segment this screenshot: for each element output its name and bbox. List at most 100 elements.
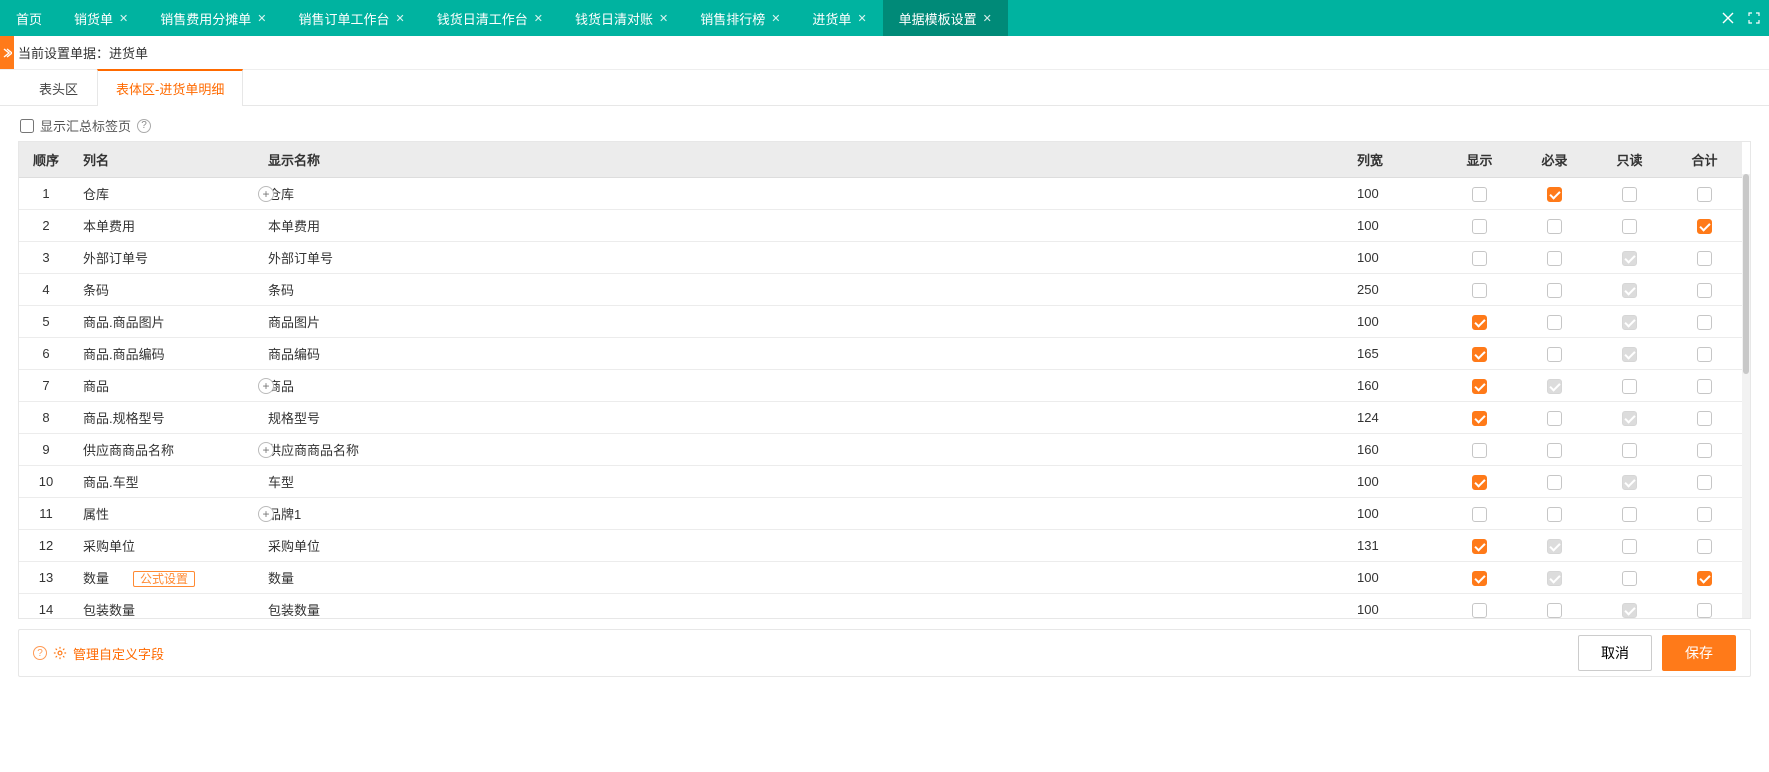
show-checkbox[interactable] (1472, 251, 1487, 266)
cell-width[interactable]: 100 (1347, 562, 1442, 594)
tot-checkbox[interactable] (1697, 187, 1712, 202)
cell-width[interactable]: 100 (1347, 306, 1442, 338)
tab-close-icon[interactable]: ✕ (659, 12, 668, 25)
formula-button[interactable]: 公式设置 (133, 571, 195, 587)
cell-width[interactable]: 100 (1347, 178, 1442, 210)
cell-width[interactable]: 100 (1347, 498, 1442, 530)
top-tab-0[interactable]: 首页 (0, 0, 58, 36)
table-row[interactable]: 11属性+品牌1100 (19, 498, 1742, 530)
cell-width[interactable]: 100 (1347, 594, 1442, 620)
tab-close-icon[interactable]: ✕ (396, 12, 405, 25)
vertical-scrollbar[interactable] (1742, 174, 1750, 618)
req-checkbox[interactable] (1547, 187, 1562, 202)
table-row[interactable]: 8商品.规格型号规格型号124 (19, 402, 1742, 434)
cell-display[interactable]: 商品编码 (258, 338, 1347, 370)
cell-display[interactable]: 本单费用 (258, 210, 1347, 242)
table-row[interactable]: 12采购单位采购单位131 (19, 530, 1742, 562)
table-row[interactable]: 5商品.商品图片商品图片100 (19, 306, 1742, 338)
save-button[interactable]: 保存 (1662, 635, 1736, 671)
cell-display[interactable]: 条码 (258, 274, 1347, 306)
cell-display[interactable]: 采购单位 (258, 530, 1347, 562)
cell-display[interactable]: 商品 (258, 370, 1347, 402)
cell-display[interactable]: 外部订单号 (258, 242, 1347, 274)
tot-checkbox[interactable] (1697, 251, 1712, 266)
req-checkbox[interactable] (1547, 315, 1562, 330)
cell-display[interactable]: 车型 (258, 466, 1347, 498)
top-tab-8[interactable]: 单据模板设置✕ (883, 0, 1008, 36)
scrollbar-thumb[interactable] (1743, 174, 1749, 374)
sub-tab-0[interactable]: 表头区 (20, 70, 97, 106)
top-tab-3[interactable]: 销售订单工作台✕ (282, 0, 420, 36)
table-row[interactable]: 9供应商商品名称+供应商商品名称160 (19, 434, 1742, 466)
top-tab-2[interactable]: 销售费用分摊单✕ (144, 0, 282, 36)
top-tab-7[interactable]: 进货单✕ (796, 0, 882, 36)
table-row[interactable]: 7商品+商品160 (19, 370, 1742, 402)
ro-checkbox[interactable] (1622, 507, 1637, 522)
tot-checkbox[interactable] (1697, 315, 1712, 330)
add-icon[interactable]: + (258, 506, 274, 522)
footer-help-icon[interactable]: ? (33, 646, 47, 660)
col-show[interactable]: 显示 (1442, 142, 1517, 178)
top-tab-1[interactable]: 销货单✕ (58, 0, 144, 36)
req-checkbox[interactable] (1547, 507, 1562, 522)
tot-checkbox[interactable] (1697, 283, 1712, 298)
tot-checkbox[interactable] (1697, 443, 1712, 458)
cell-display[interactable]: 品牌1 (258, 498, 1347, 530)
tot-checkbox[interactable] (1697, 347, 1712, 362)
top-tab-6[interactable]: 销售排行榜✕ (684, 0, 796, 36)
show-checkbox[interactable] (1472, 411, 1487, 426)
table-row[interactable]: 3外部订单号外部订单号100 (19, 242, 1742, 274)
req-checkbox[interactable] (1547, 411, 1562, 426)
ro-checkbox[interactable] (1622, 187, 1637, 202)
req-checkbox[interactable] (1547, 603, 1562, 618)
cell-display[interactable]: 数量 (258, 562, 1347, 594)
show-checkbox[interactable] (1472, 507, 1487, 522)
tot-checkbox[interactable] (1697, 219, 1712, 234)
cell-display[interactable]: 包装数量 (258, 594, 1347, 620)
ro-checkbox[interactable] (1622, 443, 1637, 458)
manage-custom-fields-link[interactable]: 管理自定义字段 (73, 644, 164, 663)
ro-checkbox[interactable] (1622, 539, 1637, 554)
show-checkbox[interactable] (1472, 219, 1487, 234)
tot-checkbox[interactable] (1697, 379, 1712, 394)
table-row[interactable]: 2本单费用本单费用100 (19, 210, 1742, 242)
req-checkbox[interactable] (1547, 283, 1562, 298)
cell-width[interactable]: 100 (1347, 242, 1442, 274)
cell-width[interactable]: 165 (1347, 338, 1442, 370)
cell-display[interactable]: 仓库 (258, 178, 1347, 210)
req-checkbox[interactable] (1547, 251, 1562, 266)
expand-icon[interactable] (1747, 11, 1761, 25)
cell-display[interactable]: 规格型号 (258, 402, 1347, 434)
col-width[interactable]: 列宽 (1347, 142, 1442, 178)
req-checkbox[interactable] (1547, 219, 1562, 234)
cell-display[interactable]: 供应商商品名称 (258, 434, 1347, 466)
add-icon[interactable]: + (258, 186, 274, 202)
req-checkbox[interactable] (1547, 443, 1562, 458)
tab-close-icon[interactable]: ✕ (983, 12, 992, 25)
ro-checkbox[interactable] (1622, 219, 1637, 234)
show-checkbox[interactable] (1472, 187, 1487, 202)
tot-checkbox[interactable] (1697, 539, 1712, 554)
show-checkbox[interactable] (1472, 443, 1487, 458)
table-row[interactable]: 6商品.商品编码商品编码165 (19, 338, 1742, 370)
add-icon[interactable]: + (258, 378, 274, 394)
show-checkbox[interactable] (1472, 315, 1487, 330)
cell-width[interactable]: 124 (1347, 402, 1442, 434)
tot-checkbox[interactable] (1697, 507, 1712, 522)
table-row[interactable]: 13数量公式设置数量100 (19, 562, 1742, 594)
table-row[interactable]: 14包装数量包装数量100 (19, 594, 1742, 620)
cell-width[interactable]: 100 (1347, 210, 1442, 242)
table-row[interactable]: 1仓库+仓库100 (19, 178, 1742, 210)
close-panel-icon[interactable] (1721, 11, 1735, 25)
cell-width[interactable]: 100 (1347, 466, 1442, 498)
top-tab-4[interactable]: 钱货日清工作台✕ (421, 0, 559, 36)
sub-tab-1[interactable]: 表体区-进货单明细 (97, 69, 243, 106)
col-name[interactable]: 列名 (73, 142, 258, 178)
tab-close-icon[interactable]: ✕ (119, 12, 128, 25)
tot-checkbox[interactable] (1697, 475, 1712, 490)
ro-checkbox[interactable] (1622, 571, 1637, 586)
show-checkbox[interactable] (1472, 475, 1487, 490)
tot-checkbox[interactable] (1697, 411, 1712, 426)
req-checkbox[interactable] (1547, 347, 1562, 362)
col-display[interactable]: 显示名称 (258, 142, 1347, 178)
